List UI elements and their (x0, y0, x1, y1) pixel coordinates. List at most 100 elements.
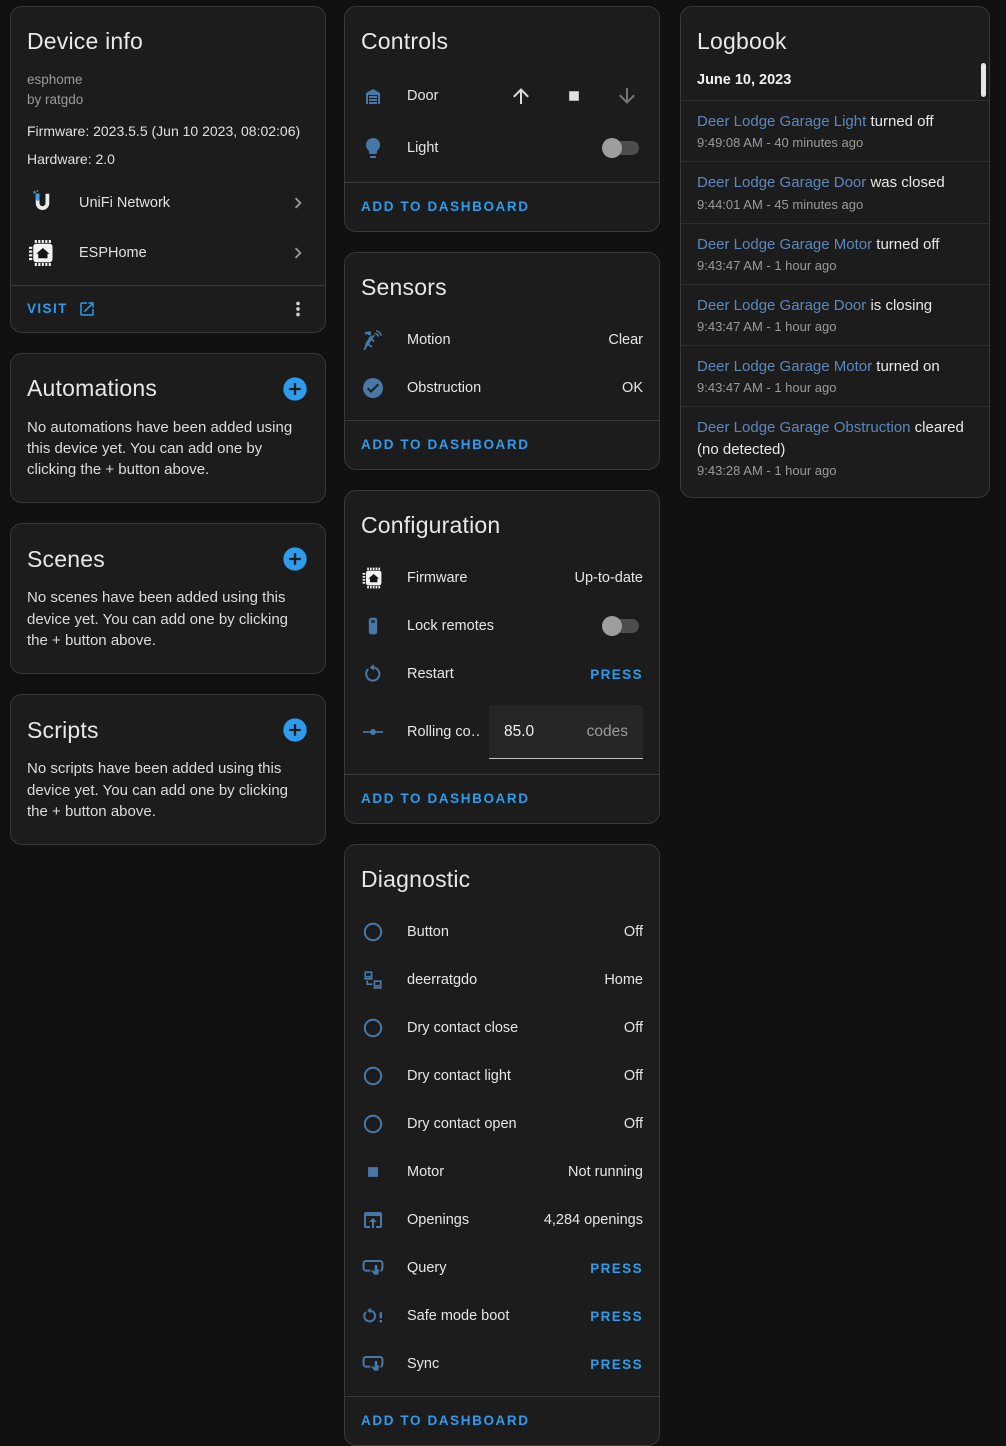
sensors-footer: ADD TO DASHBOARD (345, 420, 659, 469)
middle-column: Controls Door Light ADD TO DASHBOARD Sen… (344, 6, 660, 1446)
logbook-timestamp: 9:43:47 AM - 1 hour ago (697, 257, 837, 273)
restart-alert-icon (361, 1304, 385, 1328)
scenes-card: Scenes No scenes have been added using t… (10, 523, 326, 675)
restart-icon (361, 662, 385, 686)
firmware-label: Firmware (407, 570, 468, 586)
radiobox-blank-icon (361, 920, 385, 944)
diagnostic-title: Diagnostic (361, 866, 471, 892)
add-to-dashboard-link[interactable]: ADD TO DASHBOARD (361, 791, 530, 806)
add-script-button[interactable] (281, 716, 309, 744)
open-in-app-icon (361, 1208, 385, 1232)
light-toggle[interactable] (602, 138, 639, 158)
sync-press-button[interactable]: PRESS (590, 1357, 643, 1372)
door-row: Door (345, 70, 659, 122)
add-scene-button[interactable] (281, 545, 309, 573)
add-to-dashboard-link[interactable]: ADD TO DASHBOARD (361, 437, 530, 452)
logbook-entity-link[interactable]: Deer Lodge Garage Obstruction (697, 419, 910, 436)
restart-row: Restart PRESS (345, 650, 659, 698)
light-row: Light (345, 122, 659, 174)
row-value: Home (604, 972, 643, 988)
logbook-entity-link[interactable]: Deer Lodge Garage Light (697, 113, 866, 130)
logbook-entry: Deer Lodge Garage Door was closed 9:44:0… (681, 161, 989, 222)
diagnostic-row-deerratgdo[interactable]: deerratgdo Home (345, 956, 659, 1004)
rolling-code-label: Rolling co… (407, 724, 479, 740)
query-press-button[interactable]: PRESS (590, 1261, 643, 1276)
sensors-card: Sensors Motion Clear Obstruction OK ADD … (344, 252, 660, 470)
logbook-entry: Deer Lodge Garage Obstruction cleared (n… (681, 406, 989, 489)
diagnostic-row-dry-contact-close[interactable]: Dry contact close Off (345, 1004, 659, 1052)
logbook-timestamp: 9:49:08 AM - 40 minutes ago (697, 135, 864, 151)
add-to-dashboard-link[interactable]: ADD TO DASHBOARD (361, 199, 530, 214)
lock-remotes-toggle[interactable] (602, 616, 639, 636)
door-open-button[interactable] (509, 84, 533, 108)
diagnostic-row-dry-contact-open[interactable]: Dry contact open Off (345, 1100, 659, 1148)
obstruction-row[interactable]: Obstruction OK (345, 364, 659, 412)
scenes-empty-text: No scenes have been added using this dev… (27, 589, 289, 649)
rolling-code-unit: codes (586, 722, 628, 740)
ray-vertex-icon (361, 720, 385, 744)
device-hardware-line: Hardware: 2.0 (27, 150, 115, 167)
row-label: Openings (407, 1212, 470, 1228)
diagnostic-footer: ADD TO DASHBOARD (345, 1396, 659, 1445)
door-close-button[interactable] (615, 84, 639, 108)
radiobox-blank-icon (361, 1064, 385, 1088)
diagnostic-row-query: Query PRESS (345, 1244, 659, 1292)
scenes-title: Scenes (27, 545, 105, 572)
obstruction-label: Obstruction (407, 380, 482, 396)
logbook-timestamp: 9:44:01 AM - 45 minutes ago (697, 196, 864, 212)
integration-row-esphome[interactable]: ESPHome (11, 229, 325, 277)
lock-remotes-row: Lock remotes (345, 602, 659, 650)
gesture-tap-button-icon (361, 1256, 385, 1280)
integration-row-unifi[interactable]: UniFi Network (11, 179, 325, 227)
row-label: Dry contact close (407, 1020, 519, 1036)
logbook-event-text: turned on (876, 358, 940, 376)
radiobox-blank-icon (361, 1016, 385, 1040)
device-by: by ratgdo (27, 92, 84, 108)
diagnostic-row-button[interactable]: Button Off (345, 908, 659, 956)
safe-mode-boot-press-button[interactable]: PRESS (590, 1309, 643, 1324)
row-value: Off (623, 924, 643, 940)
diagnostic-row-dry-contact-light[interactable]: Dry contact light Off (345, 1052, 659, 1100)
logbook-entity-link[interactable]: Deer Lodge Garage Motor (697, 358, 872, 375)
row-label: Dry contact light (407, 1068, 511, 1084)
automations-title: Automations (27, 375, 158, 401)
configuration-footer: ADD TO DASHBOARD (345, 774, 659, 823)
logbook-entity-link[interactable]: Deer Lodge Garage Motor (697, 236, 872, 253)
logbook-timestamp: 9:43:47 AM - 1 hour ago (697, 380, 837, 396)
row-label: Query (407, 1260, 447, 1276)
device-firmware-line: Firmware: 2023.5.5 (Jun 10 2023, 08:02:0… (27, 122, 301, 139)
logbook-scrollbar-thumb[interactable] (981, 63, 986, 97)
diagnostic-row-safe-mode-boot: Safe mode boot PRESS (345, 1292, 659, 1340)
lock-remotes-label: Lock remotes (407, 618, 495, 634)
rolling-code-input[interactable]: 85.0 codes (489, 705, 643, 759)
restart-press-button[interactable]: PRESS (590, 667, 643, 682)
motion-value: Clear (608, 332, 643, 348)
visit-button[interactable]: VISIT (27, 300, 96, 318)
row-value: 4,284 openings (543, 1212, 643, 1228)
door-stop-button[interactable] (564, 86, 583, 105)
row-value: Off (623, 1068, 643, 1084)
diagnostic-row-openings[interactable]: Openings 4,284 openings (345, 1196, 659, 1244)
add-to-dashboard-link[interactable]: ADD TO DASHBOARD (361, 1413, 530, 1428)
motion-label: Motion (407, 332, 451, 348)
firmware-row[interactable]: Firmware Up-to-date (345, 554, 659, 602)
logbook-event-text: is closing (870, 296, 933, 314)
rolling-code-row: Rolling co… 85.0 codes (345, 698, 659, 766)
check-circle-icon (361, 376, 385, 400)
diagnostic-row-motor[interactable]: Motor Not running (345, 1148, 659, 1196)
controls-footer: ADD TO DASHBOARD (345, 182, 659, 231)
logbook-entity-link[interactable]: Deer Lodge Garage Door (697, 174, 866, 191)
scripts-card: Scripts No scripts have been added using… (10, 694, 326, 846)
diagnostic-row-sync: Sync PRESS (345, 1340, 659, 1388)
row-value: Not running (568, 1164, 643, 1180)
overflow-menu-button[interactable] (287, 298, 309, 320)
restart-label: Restart (407, 666, 454, 682)
logbook-entity-link[interactable]: Deer Lodge Garage Door (697, 297, 866, 314)
logbook-event-text: turned off (876, 235, 940, 253)
motion-row[interactable]: Motion Clear (345, 316, 659, 364)
firmware-value: Up-to-date (574, 570, 643, 586)
open-in-new-icon (80, 301, 94, 316)
add-automation-button[interactable] (281, 375, 309, 403)
integration-label: UniFi Network (79, 194, 171, 211)
stop-square-icon (361, 1160, 385, 1184)
